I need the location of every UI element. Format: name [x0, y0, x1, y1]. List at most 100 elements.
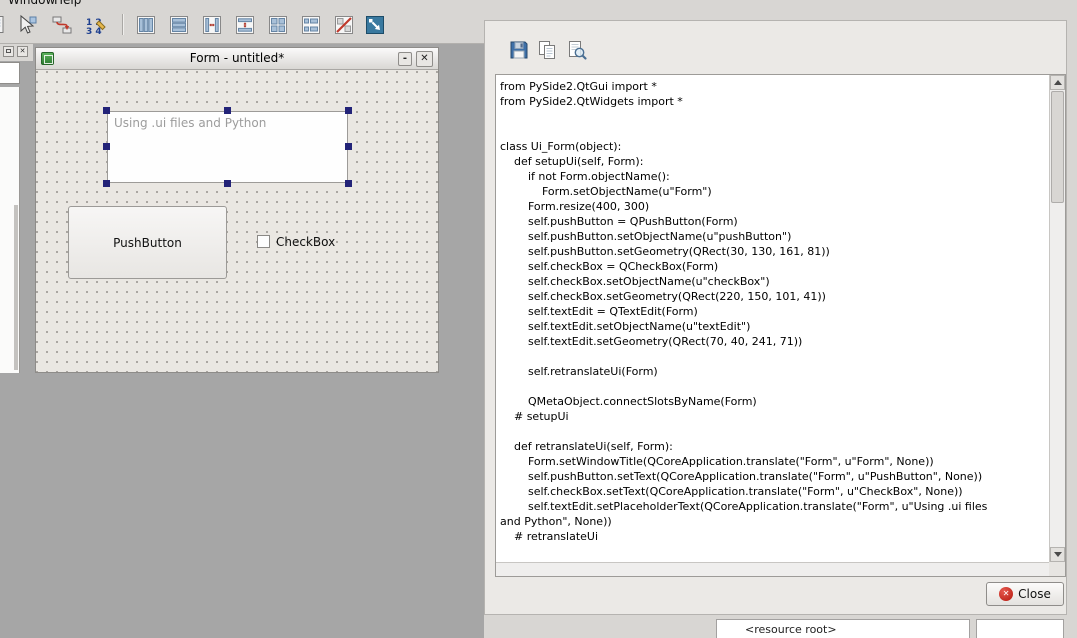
break-layout-icon [333, 14, 355, 36]
code-line: # setupUi [500, 409, 1047, 424]
widgetbox-panel[interactable] [0, 87, 20, 373]
horizontal-scrollbar[interactable] [496, 562, 1049, 576]
pushbutton-label: PushButton [113, 236, 182, 250]
resource-browser-panel[interactable]: <resource root> [716, 619, 970, 638]
code-line: Form.resize(400, 300) [500, 199, 1047, 214]
toolbar-button-layout-vertical[interactable] [167, 13, 191, 37]
copy-icon [536, 39, 558, 61]
selection-handle[interactable] [103, 180, 110, 187]
code-line: Form.setWindowTitle(QCoreApplication.tra… [500, 454, 1047, 469]
save-button[interactable] [506, 37, 532, 63]
code-line [500, 349, 1047, 364]
code-line: self.pushButton.setText(QCoreApplication… [500, 469, 1047, 484]
toolbar-button-partial[interactable] [0, 13, 11, 37]
toolbar-button-edit-signals-slots[interactable] [50, 13, 74, 37]
code-line: self.checkBox.setGeometry(QRect(220, 150… [500, 289, 1047, 304]
vertical-scrollbar-thumb[interactable] [1051, 91, 1064, 203]
find-icon [566, 39, 588, 61]
close-circle-icon: ✕ [999, 587, 1013, 601]
partial-icon [0, 14, 10, 36]
code-line: self.retranslateUi(Form) [500, 364, 1047, 379]
edit-tab-order-icon: 1 23 4 [85, 14, 107, 36]
layout-grid-icon [267, 14, 289, 36]
toolbar-separator [122, 14, 123, 35]
selection-handle[interactable] [224, 180, 231, 187]
code-line: self.textEdit = QTextEdit(Form) [500, 304, 1047, 319]
form-canvas[interactable]: Using .ui files and Python PushButton Ch… [36, 70, 438, 372]
form-minimize-button[interactable]: - [398, 52, 412, 66]
selection-handle[interactable] [103, 143, 110, 150]
selection-handle[interactable] [345, 107, 352, 114]
code-line [500, 424, 1047, 439]
find-button[interactable] [564, 37, 590, 63]
code-line: # retranslateUi [500, 529, 1047, 544]
layout-horizontal-icon [135, 14, 157, 36]
toolbar-button-layout-vertical-splitter[interactable] [233, 13, 257, 37]
copy-button[interactable] [534, 37, 560, 63]
toolbar-button-edit-tab-order[interactable]: 1 23 4 [84, 13, 108, 37]
code-line: self.textEdit.setGeometry(QRect(70, 40, … [500, 334, 1047, 349]
form-editor-window: Form - untitled* - ✕ Using .ui files and… [35, 47, 439, 373]
layout-form-icon [300, 14, 322, 36]
checkbox-label: CheckBox [276, 235, 335, 249]
scroll-up-icon [1054, 80, 1062, 85]
vertical-scrollbar[interactable] [1049, 75, 1065, 562]
textedit-placeholder: Using .ui files and Python [108, 112, 347, 134]
selection-handle[interactable] [103, 107, 110, 114]
dock-close-button[interactable]: ✕ [17, 46, 28, 57]
widgetbox-scrollbar[interactable] [14, 205, 18, 370]
toolbar-button-layout-form[interactable] [299, 13, 323, 37]
edit-signals-slots-icon [51, 14, 73, 36]
code-line: and Python", None)) [500, 514, 1047, 529]
toolbar-button-edit-widgets[interactable] [16, 13, 40, 37]
qt-designer-screen: Window Help 1 23 4 [0, 0, 1077, 638]
selection-handle[interactable] [345, 180, 352, 187]
code-line: self.textEdit.setObjectName(u"textEdit") [500, 319, 1047, 334]
toolbar-button-layout-grid[interactable] [266, 13, 290, 37]
code-line [500, 124, 1047, 139]
toolbar-button-layout-horizontal-splitter[interactable] [200, 13, 224, 37]
save-icon [508, 39, 530, 61]
code-editor[interactable]: from PySide2.QtGui import *from PySide2.… [495, 74, 1066, 577]
code-text: from PySide2.QtGui import *from PySide2.… [496, 75, 1049, 562]
dock-float-button[interactable] [3, 46, 14, 57]
selection-handle[interactable] [224, 107, 231, 114]
svg-text:3 4: 3 4 [86, 27, 102, 36]
left-dock-titlebar[interactable]: ✕ [0, 44, 33, 61]
resource-root-item[interactable]: <resource root> [745, 623, 837, 636]
form-window-titlebar[interactable]: Form - untitled* - ✕ [36, 48, 438, 70]
code-line: class Ui_Form(object): [500, 139, 1047, 154]
code-line: self.pushButton.setGeometry(QRect(30, 13… [500, 244, 1047, 259]
code-line: def setupUi(self, Form): [500, 154, 1047, 169]
checkbox-widget[interactable]: CheckBox [257, 233, 335, 250]
textedit-widget[interactable]: Using .ui files and Python [107, 111, 348, 183]
layout-vertical-splitter-icon [234, 14, 256, 36]
code-line [500, 379, 1047, 394]
scroll-down-button[interactable] [1050, 547, 1065, 562]
toolbar-button-adjust-size[interactable] [363, 13, 387, 37]
resource-side-panel[interactable] [976, 619, 1064, 638]
edit-widgets-icon [17, 14, 39, 36]
adjust-size-icon [364, 14, 386, 36]
menu-window[interactable]: Window [8, 0, 55, 7]
scroll-down-icon [1054, 552, 1062, 557]
code-line: self.checkBox = QCheckBox(Form) [500, 259, 1047, 274]
toolbar-button-break-layout[interactable] [332, 13, 356, 37]
code-line: from PySide2.QtWidgets import * [500, 94, 1047, 109]
code-line: self.pushButton.setObjectName(u"pushButt… [500, 229, 1047, 244]
menu-help[interactable]: Help [54, 0, 81, 7]
layout-horizontal-splitter-icon [201, 14, 223, 36]
close-button[interactable]: ✕ Close [986, 582, 1064, 606]
code-line: if not Form.objectName(): [500, 169, 1047, 184]
code-line: self.checkBox.setObjectName(u"checkBox") [500, 274, 1047, 289]
checkbox-indicator[interactable] [257, 235, 270, 248]
selection-handle[interactable] [345, 143, 352, 150]
scrollbar-corner [1049, 562, 1065, 576]
code-line: self.checkBox.setText(QCoreApplication.t… [500, 484, 1047, 499]
form-close-button[interactable]: ✕ [416, 51, 433, 67]
widgetbox-filter-input[interactable] [0, 62, 20, 84]
toolbar-button-layout-horizontal[interactable] [134, 13, 158, 37]
scroll-up-button[interactable] [1050, 75, 1065, 90]
dock-float-icon [6, 49, 11, 53]
pushbutton-widget[interactable]: PushButton [68, 206, 227, 279]
